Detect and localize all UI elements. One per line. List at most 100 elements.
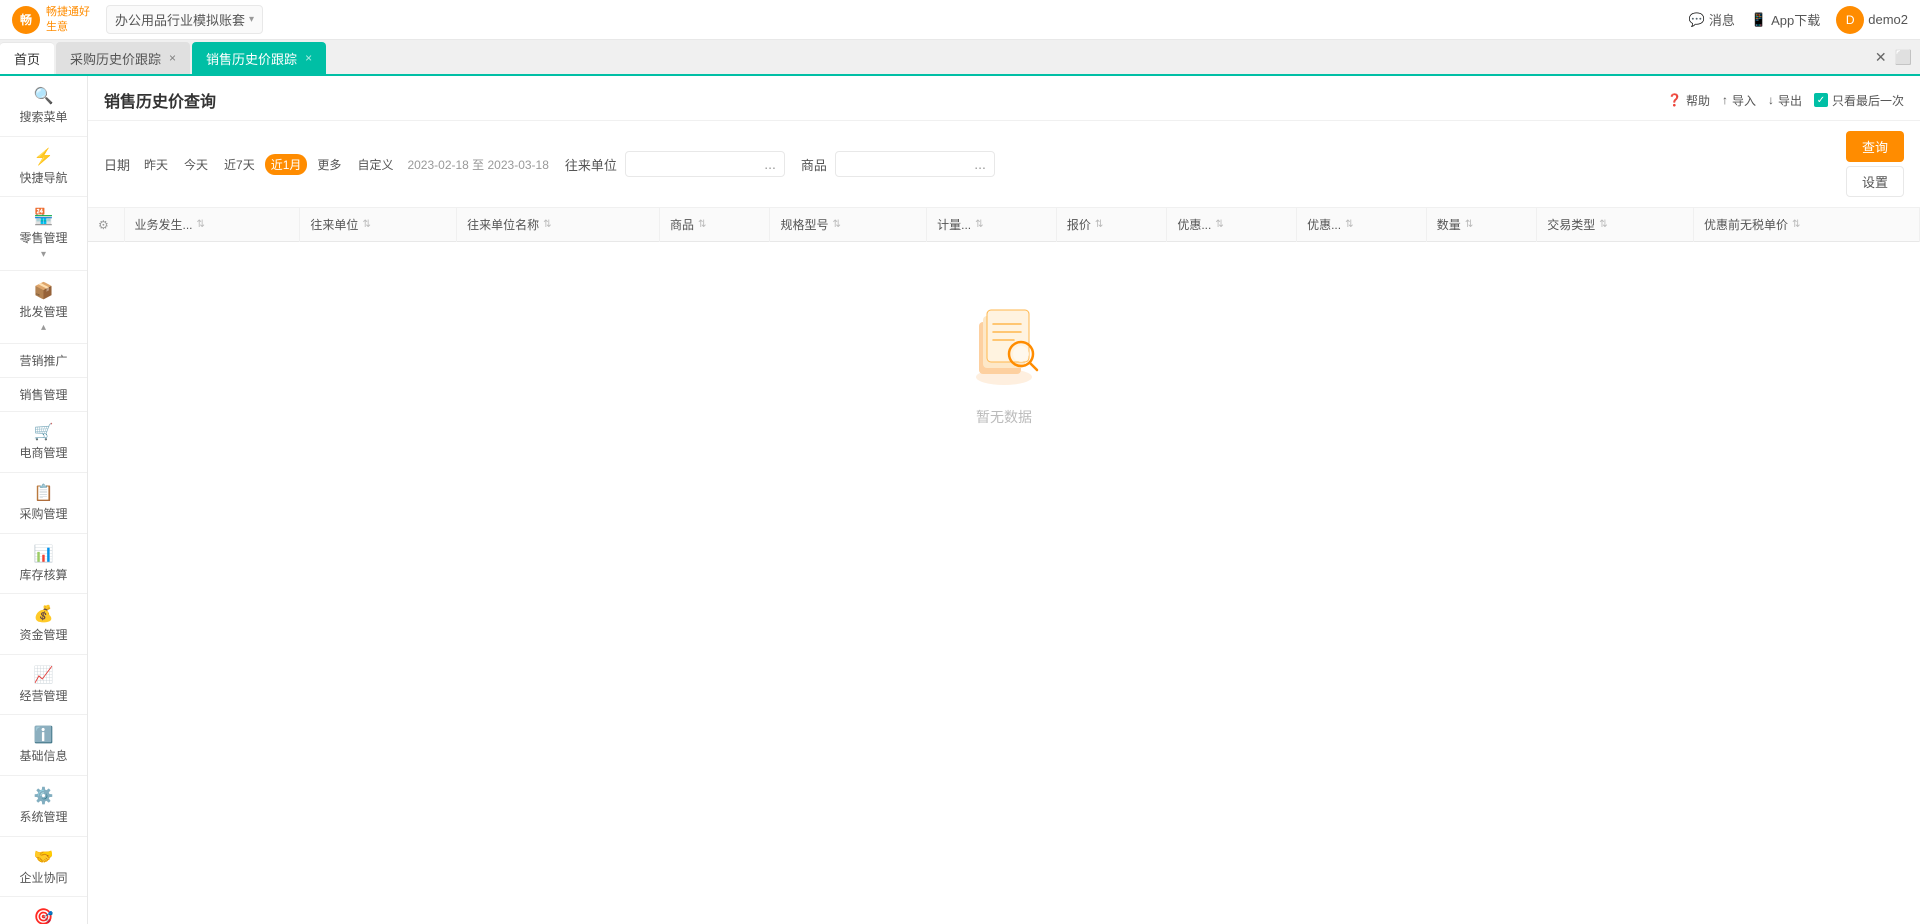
empty-text: 暂无数据: [976, 407, 1032, 427]
ecommerce-icon: 🛒: [34, 422, 54, 442]
filter-area: 日期 昨天 今天 近7天 近1月 更多 自定义 2023-02-18 至 202…: [88, 121, 1920, 208]
logo-area[interactable]: 畅 畅捷通好生意: [12, 5, 98, 34]
sidebar-search-label: 搜索菜单: [19, 110, 67, 126]
sort-icon: ⇅: [362, 219, 370, 230]
wholesale-icon: 📦: [34, 281, 54, 301]
table-area: ⚙ 业务发生... ⇅ 往来单位: [88, 208, 1920, 924]
sidebar-item-marketing[interactable]: 营销推广: [0, 344, 87, 378]
tab-maximize-icon[interactable]: ⬜: [1895, 49, 1912, 66]
page-header-actions: ❓ 帮助 ↑ 导入 ↓ 导出 ✓ 只看最后一次: [1667, 92, 1904, 109]
sidebar-retail-label: 零售管理: [19, 231, 67, 247]
goods-filter-group: 商品 ...: [801, 151, 995, 177]
date-btn-more[interactable]: 更多: [311, 154, 347, 175]
tab-sales-history[interactable]: 销售历史价跟踪 ×: [192, 42, 326, 74]
setting-button[interactable]: 设置: [1846, 166, 1904, 197]
help-button[interactable]: ❓ 帮助: [1667, 92, 1710, 109]
sidebar-item-operations[interactable]: 📈 经营管理: [0, 655, 87, 716]
goods-dots: ...: [974, 156, 986, 172]
th-business-date[interactable]: 业务发生... ⇅: [124, 208, 300, 242]
goods-input[interactable]: ...: [835, 151, 995, 177]
sidebar-item-guide[interactable]: 🎯 新手引导: [0, 897, 87, 924]
app-download-label: App下载: [1771, 10, 1820, 29]
export-button[interactable]: ↓ 导出: [1768, 92, 1802, 109]
tab-purchase-history-label: 采购历史价跟踪: [70, 49, 161, 68]
partner-filter-label: 往来单位: [565, 155, 617, 174]
top-header: 畅 畅捷通好生意 办公用品行业模拟账套 ▾ 💬 消息 📱 App下载 D dem…: [0, 0, 1920, 40]
th-quote[interactable]: 报价 ⇅: [1056, 208, 1166, 242]
main-layout: 🔍 搜索菜单 ⚡ 快捷导航 🏪 零售管理 ▾ 📦 批发管理 ▴ 营销推广 销售管…: [0, 76, 1920, 924]
message-button[interactable]: 💬 消息: [1689, 10, 1735, 29]
data-table: ⚙ 业务发生... ⇅ 往来单位: [88, 208, 1920, 242]
sidebar-item-enterprise[interactable]: 🤝 企业协同: [0, 837, 87, 898]
sidebar-item-sales-mgmt[interactable]: 销售管理: [0, 378, 87, 412]
sidebar-item-finance[interactable]: 💰 资金管理: [0, 594, 87, 655]
sidebar-item-quick-nav[interactable]: ⚡ 快捷导航: [0, 137, 87, 198]
th-partner-name[interactable]: 往来单位名称 ⇅: [457, 208, 660, 242]
sidebar-item-purchase[interactable]: 📋 采购管理: [0, 473, 87, 534]
sidebar: 🔍 搜索菜单 ⚡ 快捷导航 🏪 零售管理 ▾ 📦 批发管理 ▴ 营销推广 销售管…: [0, 76, 88, 924]
partner-input[interactable]: ...: [625, 151, 785, 177]
sidebar-item-system[interactable]: ⚙️ 系统管理: [0, 776, 87, 837]
sidebar-item-search[interactable]: 🔍 搜索菜单: [0, 76, 87, 137]
date-filter-label: 日期: [104, 155, 130, 174]
date-range-display: 2023-02-18 至 2023-03-18: [407, 156, 548, 173]
guide-icon: 🎯: [34, 907, 54, 924]
date-btn-7days[interactable]: 近7天: [218, 154, 261, 175]
sidebar-purchase-label: 采购管理: [19, 507, 67, 523]
export-icon: ↓: [1768, 93, 1774, 107]
th-discount1[interactable]: 优惠... ⇅: [1167, 208, 1297, 242]
tab-bar: 首页 采购历史价跟踪 × 销售历史价跟踪 × ✕ ⬜: [0, 40, 1920, 76]
filter-action-buttons: 查询 设置: [1846, 131, 1904, 197]
logo-text: 畅捷通好生意: [46, 5, 98, 34]
app-name: 办公用品行业模拟账套: [115, 10, 245, 29]
import-button[interactable]: ↑ 导入: [1722, 92, 1756, 109]
date-btn-yesterday[interactable]: 昨天: [138, 154, 174, 175]
tab-sales-history-close[interactable]: ×: [305, 51, 312, 65]
date-filter-group: 日期 昨天 今天 近7天 近1月 更多 自定义 2023-02-18 至 202…: [104, 154, 549, 175]
th-price-no-tax-label: 优惠前无税单价: [1704, 216, 1788, 233]
sidebar-item-ecommerce[interactable]: 🛒 电商管理: [0, 412, 87, 473]
sort-icon: ⇅: [1465, 219, 1473, 230]
checkbox-icon: ✓: [1814, 93, 1828, 107]
sort-icon: ⇅: [1345, 219, 1353, 230]
th-quantity[interactable]: 数量 ⇅: [1426, 208, 1536, 242]
tab-purchase-history-close[interactable]: ×: [169, 51, 176, 65]
th-trade-type[interactable]: 交易类型 ⇅: [1537, 208, 1694, 242]
empty-state: 暂无数据: [88, 242, 1920, 487]
chevron-up-icon: ▴: [41, 322, 46, 333]
th-partner-code[interactable]: 往来单位 ⇅: [300, 208, 457, 242]
tab-close-all-icon[interactable]: ✕: [1875, 49, 1887, 66]
sidebar-finance-label: 资金管理: [19, 628, 67, 644]
th-discount2[interactable]: 优惠... ⇅: [1297, 208, 1427, 242]
date-btn-custom[interactable]: 自定义: [351, 154, 399, 175]
header-left: 畅 畅捷通好生意 办公用品行业模拟账套 ▾: [12, 5, 263, 34]
th-goods[interactable]: 商品 ⇅: [659, 208, 769, 242]
tab-purchase-history[interactable]: 采购历史价跟踪 ×: [56, 42, 190, 74]
user-area[interactable]: D demo2: [1836, 6, 1908, 34]
th-price-no-tax[interactable]: 优惠前无税单价 ⇅: [1693, 208, 1919, 242]
th-discount2-label: 优惠...: [1307, 216, 1341, 233]
user-name: demo2: [1868, 12, 1908, 27]
sidebar-item-basic-info[interactable]: ℹ️ 基础信息: [0, 715, 87, 776]
date-btn-1month[interactable]: 近1月: [265, 154, 308, 175]
th-trade-type-label: 交易类型: [1547, 216, 1595, 233]
sort-icon: ⇅: [832, 219, 840, 230]
only-last-checkbox[interactable]: ✓ 只看最后一次: [1814, 92, 1904, 109]
th-unit[interactable]: 计量... ⇅: [927, 208, 1057, 242]
app-selector[interactable]: 办公用品行业模拟账套 ▾: [106, 5, 263, 34]
gear-icon[interactable]: ⚙: [98, 218, 109, 232]
system-icon: ⚙️: [34, 786, 54, 806]
sidebar-item-inventory[interactable]: 📊 库存核算: [0, 534, 87, 595]
date-btn-today[interactable]: 今天: [178, 154, 214, 175]
sidebar-item-wholesale[interactable]: 📦 批发管理 ▴: [0, 271, 87, 345]
chevron-down-icon: ▾: [41, 249, 46, 260]
sort-icon: ⇅: [1215, 219, 1223, 230]
th-spec-label: 规格型号: [780, 216, 828, 233]
th-spec[interactable]: 规格型号 ⇅: [770, 208, 927, 242]
avatar: D: [1836, 6, 1864, 34]
app-download-button[interactable]: 📱 App下载: [1751, 10, 1820, 29]
sidebar-item-retail[interactable]: 🏪 零售管理 ▾: [0, 197, 87, 271]
query-button[interactable]: 查询: [1846, 131, 1904, 162]
tab-home[interactable]: 首页: [0, 42, 54, 74]
sidebar-system-label: 系统管理: [19, 810, 67, 826]
